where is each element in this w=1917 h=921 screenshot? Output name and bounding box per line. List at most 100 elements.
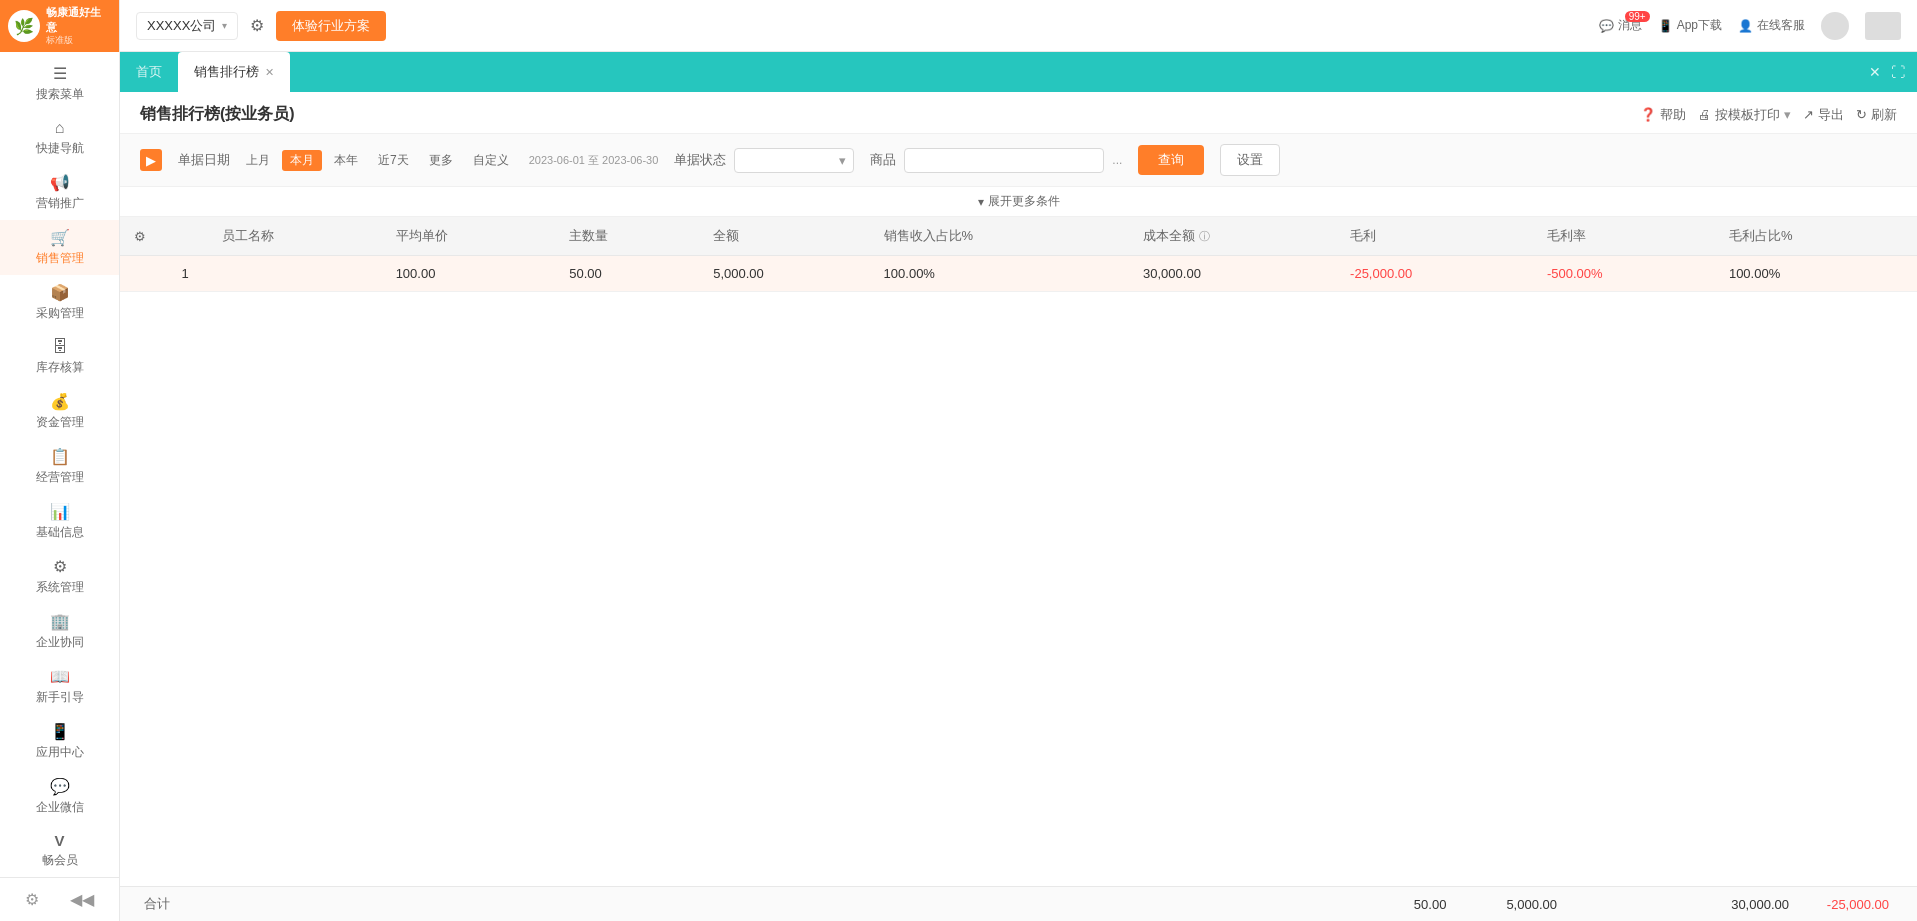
expand-icon: ▾ [978, 195, 984, 209]
sidebar-item-enterprise[interactable]: 🏢 企业协同 [0, 604, 119, 659]
col-header-gross-pct: 毛利占比% [1717, 217, 1917, 256]
cost-info-icon[interactable]: ⓘ [1199, 230, 1210, 242]
date-tab-last-month[interactable]: 上月 [238, 150, 278, 171]
search-menu-icon: ☰ [53, 64, 67, 83]
finance-icon: 💰 [50, 392, 70, 411]
status-select[interactable] [734, 148, 854, 173]
date-label: 单据日期 [178, 151, 230, 169]
table-body: 1 100.00 50.00 5,000.00 100.00% 30,000.0… [120, 256, 1917, 292]
sidebar-item-label: 营销推广 [36, 195, 84, 212]
table-header-row: ⚙ 员工名称 平均单价 主数量 全额 销售收入占比% 成本全额 ⓘ 毛利 毛利率 [120, 217, 1917, 256]
col-header-amount: 全额 [701, 217, 871, 256]
main-area: XXXXX公司 ▾ ⚙ 体验行业方案 💬 消息 99+ 📱 App下载 👤 在线… [120, 0, 1917, 921]
print-icon: 🖨 [1698, 107, 1711, 122]
export-label: 导出 [1818, 106, 1844, 124]
row-gross-rate: -500.00% [1535, 256, 1717, 292]
filter-settings-button[interactable]: 设置 [1220, 144, 1280, 176]
sidebar-item-member[interactable]: V 畅会员 [0, 824, 119, 877]
sidebar-item-search[interactable]: ☰ 搜索菜单 [0, 56, 119, 111]
row-gross-pct: 100.00% [1717, 256, 1917, 292]
row-setting [120, 256, 160, 292]
col-header-gross: 毛利 [1338, 217, 1535, 256]
message-button[interactable]: 💬 消息 99+ [1599, 17, 1642, 34]
export-button[interactable]: ↗ 导出 [1803, 106, 1844, 124]
sidebar-item-quick-nav[interactable]: ⌂ 快捷导航 [0, 111, 119, 165]
sidebar-logo: 🌿 畅康通好生意 标准版 [0, 0, 119, 52]
sidebar-item-purchase[interactable]: 📦 采购管理 [0, 275, 119, 330]
topbar-right: 💬 消息 99+ 📱 App下载 👤 在线客服 [1599, 12, 1901, 40]
tabbar-right: ✕ ⛶ [1869, 64, 1917, 80]
sidebar-item-marketing[interactable]: 📢 营销推广 [0, 165, 119, 220]
status-select-wrapper [734, 148, 854, 173]
tab-close-icon[interactable]: ✕ [265, 66, 274, 79]
sidebar-item-wechat[interactable]: 💬 企业微信 [0, 769, 119, 824]
help-button[interactable]: ❓ 帮助 [1640, 106, 1686, 124]
topbar: XXXXX公司 ▾ ⚙ 体验行业方案 💬 消息 99+ 📱 App下载 👤 在线… [120, 0, 1917, 52]
help-label: 帮助 [1660, 106, 1686, 124]
query-button[interactable]: 查询 [1138, 145, 1204, 175]
col-header-qty: 主数量 [557, 217, 701, 256]
message-badge: 99+ [1625, 11, 1650, 22]
sidebar-collapse-button[interactable]: ◀◀ [70, 890, 94, 909]
service-label: 在线客服 [1757, 17, 1805, 34]
sidebar-item-label: 资金管理 [36, 414, 84, 431]
refresh-label: 刷新 [1871, 106, 1897, 124]
sidebar-item-inventory[interactable]: 🗄 库存核算 [0, 330, 119, 384]
operations-icon: 📋 [50, 447, 70, 466]
company-selector[interactable]: XXXXX公司 ▾ [136, 12, 238, 40]
tab-expand-button[interactable]: ⛶ [1891, 64, 1905, 80]
col-header-avg-price: 平均单价 [384, 217, 558, 256]
app-download-button[interactable]: 📱 App下载 [1658, 17, 1722, 34]
date-filter: 单据日期 上月 本月 本年 近7天 更多 自定义 2023-06-01 至 20… [178, 150, 658, 171]
sidebar-item-guide[interactable]: 📖 新手引导 [0, 659, 119, 714]
user-avatar[interactable] [1821, 12, 1849, 40]
refresh-icon: ↻ [1856, 107, 1867, 122]
col-header-setting[interactable]: ⚙ [120, 217, 160, 256]
trial-button[interactable]: 体验行业方案 [276, 11, 386, 41]
date-tabs: 上月 本月 本年 近7天 更多 自定义 [238, 150, 517, 171]
sidebar-item-label: 新手引导 [36, 689, 84, 706]
sidebar-item-system[interactable]: ⚙ 系统管理 [0, 549, 119, 604]
table-footer: 合计 50.00 5,000.00 30,000.00 -25,000.00 [120, 886, 1917, 921]
data-table-wrapper: ⚙ 员工名称 平均单价 主数量 全额 销售收入占比% 成本全额 ⓘ 毛利 毛利率 [120, 217, 1917, 886]
user-name-placeholder[interactable] [1865, 12, 1901, 40]
sidebar-item-sales[interactable]: 🛒 销售管理 [0, 220, 119, 275]
purchase-icon: 📦 [50, 283, 70, 302]
col-header-gross-rate: 毛利率 [1535, 217, 1717, 256]
tab-sales-rank[interactable]: 销售排行榜 ✕ [178, 52, 290, 92]
tab-close-window-button[interactable]: ✕ [1869, 64, 1881, 80]
company-name: XXXXX公司 [147, 17, 216, 35]
tab-home[interactable]: 首页 [120, 52, 178, 92]
col-header-cost: 成本全额 ⓘ [1131, 217, 1338, 256]
date-tab-custom[interactable]: 自定义 [465, 150, 517, 171]
refresh-button[interactable]: ↻ 刷新 [1856, 106, 1897, 124]
sales-rank-table: ⚙ 员工名称 平均单价 主数量 全额 销售收入占比% 成本全额 ⓘ 毛利 毛利率 [120, 217, 1917, 292]
date-tab-more[interactable]: 更多 [421, 150, 461, 171]
sidebar-settings-button[interactable]: ⚙ [25, 890, 39, 909]
sidebar-item-operations[interactable]: 📋 经营管理 [0, 439, 119, 494]
print-button[interactable]: 🖨 按模板打印 ▾ [1698, 106, 1791, 124]
goods-filter: 商品 ... [870, 148, 1122, 173]
sidebar-item-basic-info[interactable]: 📊 基础信息 [0, 494, 119, 549]
expand-conditions-button[interactable]: ▾ 展开更多条件 [978, 193, 1060, 210]
logo-text: 畅康通好生意 [46, 5, 111, 34]
company-dropdown-arrow: ▾ [222, 20, 227, 31]
service-icon: 👤 [1738, 19, 1753, 33]
sidebar-item-label: 库存核算 [36, 359, 84, 376]
online-service-button[interactable]: 👤 在线客服 [1738, 17, 1805, 34]
topbar-settings-icon[interactable]: ⚙ [250, 16, 264, 35]
goods-more-button[interactable]: ... [1112, 153, 1122, 167]
row-sales-pct: 100.00% [872, 256, 1131, 292]
sales-icon: 🛒 [50, 228, 70, 247]
logo-sub: 标准版 [46, 34, 111, 47]
print-label: 按模板打印 [1715, 106, 1780, 124]
date-tab-7days[interactable]: 近7天 [370, 150, 417, 171]
filter-toggle-button[interactable]: ▶ [140, 149, 162, 171]
date-tab-this-year[interactable]: 本年 [326, 150, 366, 171]
sidebar-item-apps[interactable]: 📱 应用中心 [0, 714, 119, 769]
goods-input[interactable] [904, 148, 1104, 173]
date-tab-this-month[interactable]: 本月 [282, 150, 322, 171]
status-filter: 单据状态 [674, 148, 854, 173]
sidebar-item-finance[interactable]: 💰 资金管理 [0, 384, 119, 439]
home-icon: ⌂ [55, 119, 65, 137]
